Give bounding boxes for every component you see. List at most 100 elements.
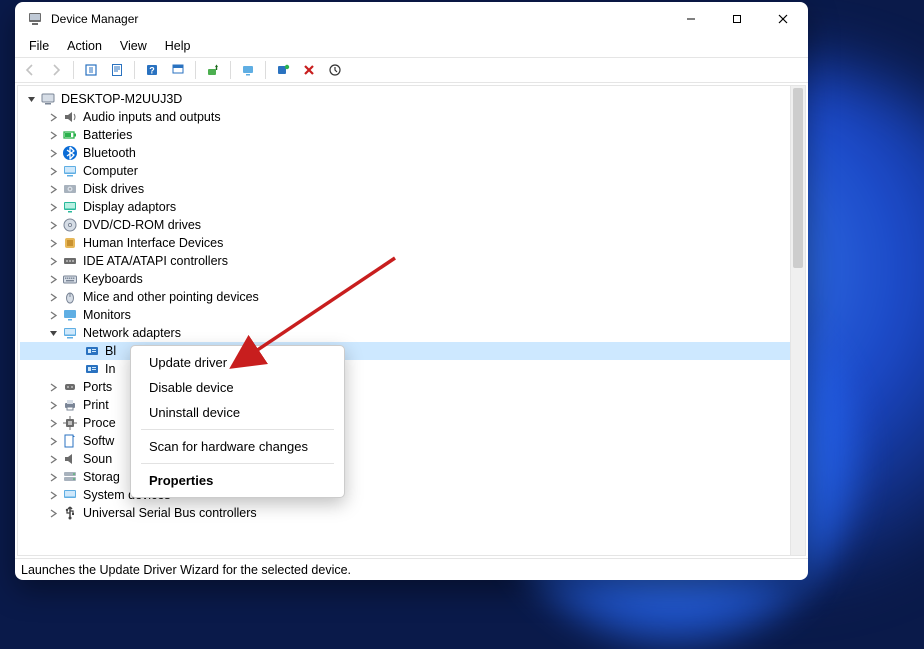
chevron-right-icon[interactable] <box>46 182 60 196</box>
action-center-button[interactable] <box>167 59 189 81</box>
context-menu[interactable]: Update driverDisable deviceUninstall dev… <box>130 345 345 498</box>
tree-node-label: Computer <box>83 164 138 178</box>
tree-node-label: In <box>105 362 115 376</box>
sound-icon <box>62 451 78 467</box>
context-menu-item[interactable]: Update driver <box>131 350 344 375</box>
chevron-right-icon[interactable] <box>46 254 60 268</box>
maximize-button[interactable] <box>714 3 760 35</box>
tree-node-label: Mice and other pointing devices <box>83 290 259 304</box>
battery-icon <box>62 127 78 143</box>
statusbar-text: Launches the Update Driver Wizard for th… <box>21 563 351 577</box>
tree-category-node[interactable]: Audio inputs and outputs <box>20 108 803 126</box>
context-menu-item[interactable]: Disable device <box>131 375 344 400</box>
properties-sheet-button[interactable] <box>106 59 128 81</box>
chevron-right-icon[interactable] <box>46 128 60 142</box>
tree-root-node[interactable]: DESKTOP-M2UUJ3D <box>20 90 803 108</box>
chevron-right-icon[interactable] <box>46 416 60 430</box>
uninstall-button[interactable] <box>237 59 259 81</box>
tree-node-label: Ports <box>83 380 112 394</box>
menu-file[interactable]: File <box>21 37 57 55</box>
chevron-right-icon[interactable] <box>46 308 60 322</box>
system-icon <box>62 487 78 503</box>
tree-node-label: Human Interface Devices <box>83 236 223 250</box>
dvd-icon <box>62 217 78 233</box>
audio-icon <box>62 109 78 125</box>
chevron-right-icon[interactable] <box>46 506 60 520</box>
context-menu-separator <box>141 429 334 430</box>
minimize-button[interactable] <box>668 3 714 35</box>
tree-category-node[interactable]: Human Interface Devices <box>20 234 803 252</box>
tree-category-node[interactable]: Network adapters <box>20 324 803 342</box>
chevron-right-icon[interactable] <box>46 164 60 178</box>
chevron-right-icon[interactable] <box>46 398 60 412</box>
network-icon <box>62 325 78 341</box>
context-menu-item[interactable]: Properties <box>131 468 344 493</box>
chevron-right-icon[interactable] <box>46 272 60 286</box>
menu-help[interactable]: Help <box>157 37 199 55</box>
storage-icon <box>62 469 78 485</box>
chevron-right-icon[interactable] <box>46 488 60 502</box>
titlebar[interactable]: Device Manager <box>15 2 808 35</box>
usb-icon <box>62 505 78 521</box>
update-driver-button[interactable] <box>202 59 224 81</box>
chevron-right-icon[interactable] <box>46 452 60 466</box>
soft-icon <box>62 433 78 449</box>
tree-node-label: DESKTOP-M2UUJ3D <box>61 92 182 106</box>
tree-category-node[interactable]: Monitors <box>20 306 803 324</box>
tree-node-label: Keyboards <box>83 272 143 286</box>
chevron-right-icon[interactable] <box>46 434 60 448</box>
scan-hardware-button[interactable] <box>272 59 294 81</box>
chevron-right-icon[interactable] <box>46 146 60 160</box>
menu-view[interactable]: View <box>112 37 155 55</box>
mouse-icon <box>62 289 78 305</box>
tree-node-label: Bluetooth <box>83 146 136 160</box>
back-button[interactable] <box>19 59 41 81</box>
tree-category-node[interactable]: Computer <box>20 162 803 180</box>
close-button[interactable] <box>760 3 806 35</box>
chevron-right-icon[interactable] <box>46 290 60 304</box>
monitor-icon <box>62 307 78 323</box>
print-icon <box>62 397 78 413</box>
tree-category-node[interactable]: Keyboards <box>20 270 803 288</box>
context-menu-item[interactable]: Scan for hardware changes <box>131 434 344 459</box>
nic-icon <box>84 343 100 359</box>
chevron-right-icon[interactable] <box>46 470 60 484</box>
scrollbar-thumb[interactable] <box>793 88 803 268</box>
tree-category-node[interactable]: DVD/CD-ROM drives <box>20 216 803 234</box>
tree-category-node[interactable]: Disk drives <box>20 180 803 198</box>
display-icon <box>62 199 78 215</box>
chevron-right-icon[interactable] <box>46 380 60 394</box>
show-hidden-button[interactable] <box>80 59 102 81</box>
toolbar-separator <box>73 61 74 79</box>
toolbar-separator <box>230 61 231 79</box>
tree-category-node[interactable]: Batteries <box>20 126 803 144</box>
tree-category-node[interactable]: Bluetooth <box>20 144 803 162</box>
remove-device-button[interactable] <box>298 59 320 81</box>
chevron-right-icon[interactable] <box>46 200 60 214</box>
tree-node-label: IDE ATA/ATAPI controllers <box>83 254 228 268</box>
context-menu-item[interactable]: Uninstall device <box>131 400 344 425</box>
tree-category-node[interactable]: Display adaptors <box>20 198 803 216</box>
chevron-right-icon[interactable] <box>46 236 60 250</box>
tree-node-label: DVD/CD-ROM drives <box>83 218 201 232</box>
menu-action[interactable]: Action <box>59 37 110 55</box>
chevron-down-icon[interactable] <box>24 92 38 106</box>
forward-button[interactable] <box>45 59 67 81</box>
chevron-right-icon[interactable] <box>46 110 60 124</box>
ports-icon <box>62 379 78 395</box>
toolbar-separator <box>265 61 266 79</box>
tree-node-label: Bl <box>105 344 116 358</box>
chevron-right-icon[interactable] <box>46 218 60 232</box>
tree-category-node[interactable]: IDE ATA/ATAPI controllers <box>20 252 803 270</box>
enable-device-button[interactable] <box>324 59 346 81</box>
window-title: Device Manager <box>51 12 138 26</box>
tree-category-node[interactable]: Mice and other pointing devices <box>20 288 803 306</box>
tree-category-node[interactable]: Universal Serial Bus controllers <box>20 504 803 522</box>
help-button[interactable]: ? <box>141 59 163 81</box>
tree-node-label: Audio inputs and outputs <box>83 110 221 124</box>
chevron-down-icon[interactable] <box>46 326 60 340</box>
menubar: File Action View Help <box>15 35 808 57</box>
context-menu-separator <box>141 463 334 464</box>
tree-node-label: Print <box>83 398 109 412</box>
scrollbar-vertical[interactable] <box>790 86 805 555</box>
